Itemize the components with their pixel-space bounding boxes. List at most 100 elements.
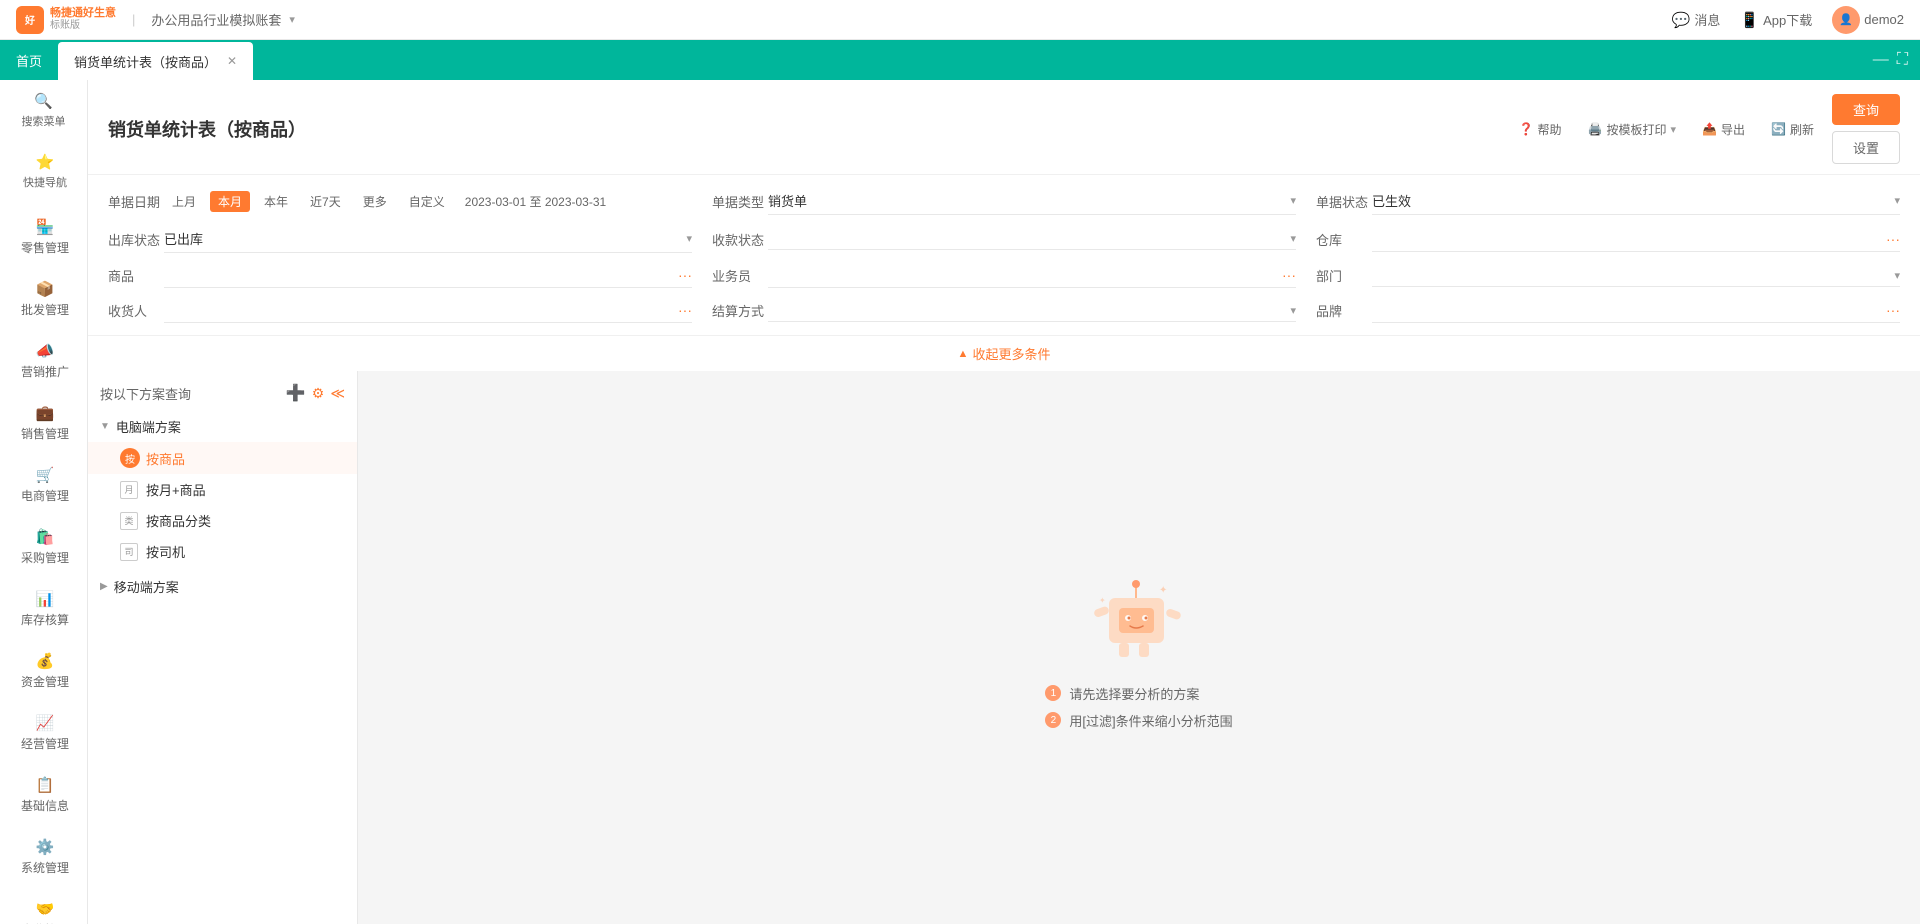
empty-illustration: ✦ ✦ [1084, 558, 1194, 668]
date-custom[interactable]: 自定义 [401, 191, 453, 212]
workspace-dropdown[interactable]: ▾ [289, 13, 295, 26]
left-panel-actions: ➕ ⚙ ≪ [286, 383, 345, 403]
help-button[interactable]: ❓ 帮助 [1511, 117, 1570, 142]
print-icon: 🖨️ [1588, 122, 1603, 136]
left-right-layout: 按以下方案查询 ➕ ⚙ ≪ ▼ 电脑端方案 按 按商品 月 [88, 371, 1920, 924]
doc-status-value[interactable]: 已生效 ▾ [1372, 187, 1900, 215]
date-7days[interactable]: 近7天 [302, 191, 349, 212]
receiver-label: 收货人 [108, 301, 164, 320]
inventory-icon: 📊 [36, 590, 55, 608]
collapse-left-icon[interactable]: ≪ [330, 385, 345, 402]
query-button[interactable]: 查询 [1832, 94, 1900, 125]
sidebar-item-system[interactable]: ⚙️ 系统管理 [0, 826, 87, 888]
brand-filter: 品牌 ··· [1316, 298, 1900, 323]
staff-value[interactable]: ··· [768, 263, 1296, 288]
page-header: 销货单统计表（按商品） ❓ 帮助 🖨️ 按模板打印 ▾ 📤 导出 🔄 刷新 [88, 80, 1920, 175]
filter-row-1: 单据日期 上月 本月 本年 近7天 更多 自定义 2023-03-01 至 20… [108, 187, 1900, 215]
goods-filter: 商品 ··· [108, 263, 692, 288]
main-layout: 🔍 搜索菜单 ⭐ 快捷导航 🏪 零售管理 📦 批发管理 📣 营销推广 💼 销售管… [0, 80, 1920, 924]
sidebar-item-sales-mgmt[interactable]: 💼 销售管理 [0, 392, 87, 454]
goods-value[interactable]: ··· [164, 263, 692, 288]
receiver-value[interactable]: ··· [164, 298, 692, 323]
by-month-goods-icon: 月 [120, 481, 138, 499]
sidebar-item-marketing[interactable]: 📣 营销推广 [0, 330, 87, 392]
sidebar-item-finance[interactable]: 💰 资金管理 [0, 640, 87, 702]
tree-item-pc-scheme[interactable]: ▼ 电脑端方案 [88, 411, 357, 442]
dept-caret: ▾ [1894, 269, 1900, 282]
date-this-year[interactable]: 本年 [256, 191, 296, 212]
left-panel: 按以下方案查询 ➕ ⚙ ≪ ▼ 电脑端方案 按 按商品 月 [88, 371, 358, 924]
marketing-icon: 📣 [36, 342, 55, 360]
doc-status-caret: ▾ [1894, 194, 1900, 207]
warehouse-value[interactable]: ··· [1372, 227, 1900, 252]
by-goods-icon: 按 [120, 448, 140, 468]
filter-row-4: 收货人 ··· 结算方式 ▾ 品牌 [88, 298, 1920, 335]
collapse-more-button[interactable]: ▲ 收起更多条件 [88, 335, 1920, 371]
sidebar-item-retail[interactable]: 🏪 零售管理 [0, 206, 87, 268]
sidebar-item-operations[interactable]: 📈 经营管理 [0, 702, 87, 764]
filter-row-3: 商品 ··· 业务员 ··· 部门 [88, 263, 1920, 298]
message-icon: 💬 [1672, 11, 1691, 29]
settings-scheme-icon[interactable]: ⚙ [312, 385, 325, 402]
out-status-caret: ▾ [686, 232, 692, 245]
top-bar: 好 畅捷通好生意 标账版 | 办公用品行业模拟账套 ▾ 💬 消息 📱 App下载… [0, 0, 1920, 40]
date-this-month[interactable]: 本月 [210, 191, 250, 212]
brand-value[interactable]: ··· [1372, 298, 1900, 323]
add-scheme-icon[interactable]: ➕ [286, 383, 306, 403]
date-filter: 单据日期 上月 本月 本年 近7天 更多 自定义 2023-03-01 至 20… [108, 187, 692, 215]
sidebar-item-wholesale[interactable]: 📦 批发管理 [0, 268, 87, 330]
out-status-value[interactable]: 已出库 ▾ [164, 225, 692, 253]
sidebar-item-enterprise[interactable]: 🤝 企业协同 [0, 888, 87, 924]
user-profile[interactable]: 👤 demo2 [1832, 6, 1904, 34]
tree-item-by-cashier[interactable]: 司 按司机 [88, 536, 357, 567]
tree-item-by-goods[interactable]: 按 按商品 [88, 442, 357, 474]
sidebar-item-inventory[interactable]: 📊 库存核算 [0, 578, 87, 640]
staff-label: 业务员 [712, 266, 768, 285]
sidebar: 🔍 搜索菜单 ⭐ 快捷导航 🏪 零售管理 📦 批发管理 📣 营销推广 💼 销售管… [0, 80, 88, 924]
minimize-icon[interactable]: — [1873, 51, 1889, 69]
tip-dot-2: 2 [1045, 712, 1061, 728]
tab-home[interactable]: 首页 [0, 40, 58, 80]
doc-type-value[interactable]: 销货单 ▾ [768, 187, 1296, 215]
refresh-button[interactable]: 🔄 刷新 [1763, 117, 1822, 142]
doc-status-filter: 单据状态 已生效 ▾ [1316, 187, 1900, 215]
message-button[interactable]: 💬 消息 [1672, 10, 1721, 29]
page-header-actions: ❓ 帮助 🖨️ 按模板打印 ▾ 📤 导出 🔄 刷新 查询 [1511, 94, 1900, 164]
settings-button[interactable]: 设置 [1832, 131, 1900, 164]
receipt-status-label: 收款状态 [712, 230, 768, 249]
maximize-icon[interactable]: ⛶ [1897, 51, 1908, 69]
receiver-dots: ··· [678, 302, 692, 318]
print-button[interactable]: 🖨️ 按模板打印 ▾ [1580, 117, 1685, 142]
help-icon: ❓ [1519, 122, 1534, 136]
sidebar-search[interactable]: 🔍 搜索菜单 [0, 80, 87, 141]
sales-mgmt-icon: 💼 [36, 404, 55, 422]
tip-dot-1: 1 [1045, 685, 1061, 701]
tree-item-by-month-goods[interactable]: 月 按月+商品 [88, 474, 357, 505]
export-button[interactable]: 📤 导出 [1694, 117, 1753, 142]
tree-item-mobile-scheme[interactable]: ▶ 移动端方案 [88, 571, 357, 602]
tab-sales-stats[interactable]: 销货单统计表（按商品） ✕ [58, 42, 253, 80]
tree-item-by-goods-category[interactable]: 类 按商品分类 [88, 505, 357, 536]
avatar: 👤 [1832, 6, 1860, 34]
date-last-month[interactable]: 上月 [164, 191, 204, 212]
sidebar-item-ecommerce[interactable]: 🛒 电商管理 [0, 454, 87, 516]
sidebar-item-purchase[interactable]: 🛍️ 采购管理 [0, 516, 87, 578]
date-range-text: 2023-03-01 至 2023-03-31 [465, 193, 606, 210]
retail-icon: 🏪 [36, 218, 55, 236]
sidebar-item-quick-nav[interactable]: ⭐ 快捷导航 [0, 141, 87, 202]
settle-filter: 结算方式 ▾ [712, 298, 1296, 323]
receipt-status-value[interactable]: ▾ [768, 228, 1296, 250]
top-bar-left: 好 畅捷通好生意 标账版 | 办公用品行业模拟账套 ▾ [16, 6, 295, 34]
date-more[interactable]: 更多 [355, 191, 395, 212]
tab-bar: 首页 销货单统计表（按商品） ✕ — ⛶ [0, 40, 1920, 80]
dept-value[interactable]: ▾ [1372, 265, 1900, 287]
app-download-button[interactable]: 📱 App下载 [1740, 10, 1812, 29]
content-area: 销货单统计表（按商品） ❓ 帮助 🖨️ 按模板打印 ▾ 📤 导出 🔄 刷新 [88, 80, 1920, 924]
sidebar-item-basic[interactable]: 📋 基础信息 [0, 764, 87, 826]
print-dropdown-icon: ▾ [1671, 123, 1677, 136]
goods-dots: ··· [678, 267, 692, 283]
tab-close-icon[interactable]: ✕ [227, 54, 237, 68]
out-status-label: 出库状态 [108, 230, 164, 249]
staff-dots: ··· [1282, 267, 1296, 283]
settle-value[interactable]: ▾ [768, 300, 1296, 322]
